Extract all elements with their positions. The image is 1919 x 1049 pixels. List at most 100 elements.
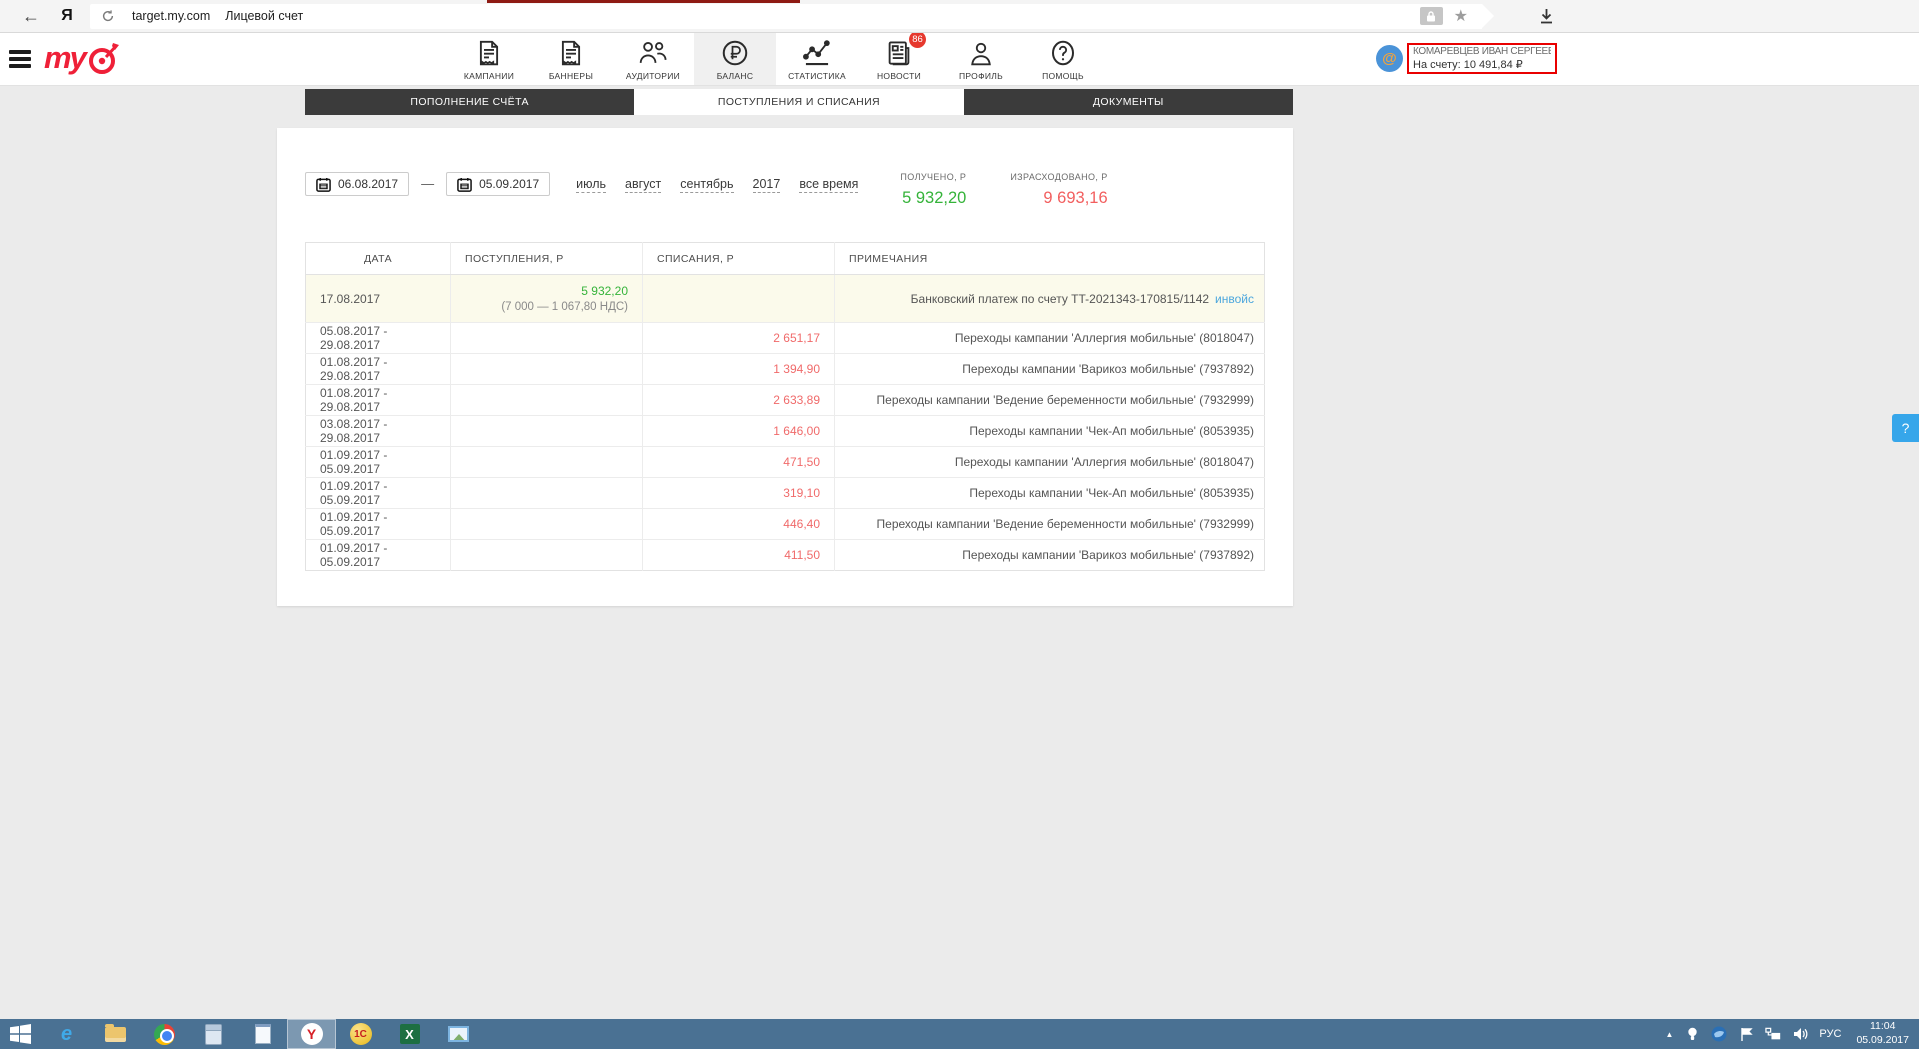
cell-date: 01.09.2017 - 05.09.2017 (305, 446, 451, 478)
cell-expense: 319,10 (642, 477, 835, 509)
photos-icon[interactable] (434, 1019, 483, 1049)
nav-item-label: КАМПАНИИ (463, 70, 515, 81)
quick-range-link[interactable]: июль (576, 177, 607, 193)
quick-range-link[interactable]: сентябрь (680, 177, 734, 193)
nav-item[interactable]: БАННЕРЫ (530, 33, 612, 85)
volume-icon[interactable] (1792, 1027, 1808, 1041)
nav-item[interactable]: 86 НОВОСТИ (858, 30, 940, 85)
thunderbird-icon[interactable] (1711, 1026, 1727, 1042)
bookmark-star-icon[interactable]: ★ (1454, 6, 1468, 26)
system-tray: ▲ РУС 11:04 05.09.2017 (1665, 1019, 1919, 1049)
column-header: СПИСАНИЯ, Р (642, 242, 835, 275)
start-icon[interactable] (0, 1019, 42, 1049)
cell-date: 01.09.2017 - 05.09.2017 (305, 539, 451, 571)
excel-icon[interactable]: X (385, 1019, 434, 1049)
account-balance: На счету: 10 491,84 ₽ (1413, 59, 1523, 71)
nav-item[interactable]: КАМПАНИИ (448, 33, 530, 85)
cell-date: 01.08.2017 - 29.08.2017 (305, 353, 451, 385)
nav-item-label: НОВОСТИ (876, 70, 921, 81)
cell-income: 5 932,20 (7 000 — 1 067,80 НДС) (450, 274, 643, 323)
table-row: 01.09.2017 - 05.09.2017 446,40 Переходы … (305, 508, 1265, 540)
one-c-icon[interactable]: 1С (336, 1019, 385, 1049)
nav-item[interactable]: ПОМОЩЬ (1022, 33, 1104, 85)
cell-income (450, 322, 643, 354)
received-value: 5 932,20 (902, 189, 967, 207)
calculator-icon[interactable] (189, 1019, 238, 1049)
cell-expense: 2 633,89 (642, 384, 835, 416)
invoice-link[interactable]: инвойс (1215, 292, 1254, 306)
cell-expense: 471,50 (642, 446, 835, 478)
banners-doc-icon (555, 38, 587, 68)
back-icon[interactable]: ← (16, 6, 46, 27)
table-row: 05.08.2017 - 29.08.2017 2 651,17 Переход… (305, 322, 1265, 354)
cell-income (450, 353, 643, 385)
taskbar-clock[interactable]: 11:04 05.09.2017 (1852, 1020, 1909, 1047)
nav-item-label: СТАТИСТИКА (788, 70, 846, 81)
lightbulb-icon[interactable] (1684, 1027, 1700, 1042)
balance-tabs: ПОПОЛНЕНИЕ СЧЁТА ПОСТУПЛЕНИЯ И СПИСАНИЯ … (305, 89, 1293, 115)
cell-expense: 446,40 (642, 508, 835, 540)
nav-item[interactable]: ПРОФИЛЬ (940, 33, 1022, 85)
table-row: 01.09.2017 - 05.09.2017 411,50 Переходы … (305, 539, 1265, 571)
date-range-dash: — (421, 176, 435, 191)
spent-value: 9 693,16 (1043, 189, 1108, 207)
cell-date: 01.08.2017 - 29.08.2017 (305, 384, 451, 416)
cell-note: Банковский платеж по счету TT-2021343-17… (834, 274, 1265, 323)
campaigns-doc-icon (473, 38, 505, 68)
language-indicator[interactable]: РУС (1819, 1028, 1841, 1040)
date-to-value: 05.09.2017 (479, 177, 540, 191)
received-label: ПОЛУЧЕНО, Р (900, 172, 967, 182)
network-icon[interactable] (1765, 1027, 1781, 1041)
help-question-icon (1047, 38, 1079, 68)
audiences-people-icon (637, 38, 669, 68)
spent-label: ИЗРАСХОДОВАНО, Р (1010, 172, 1108, 182)
column-header: ДАТА (305, 242, 451, 275)
address-bar[interactable]: target.my.com Лицевой счет ★ (90, 3, 1494, 29)
user-avatar[interactable]: @ (1376, 45, 1403, 72)
quick-range-link[interactable]: август (625, 177, 662, 193)
quick-range-link[interactable]: все время (799, 177, 859, 193)
tray-expand-icon[interactable]: ▲ (1665, 1030, 1673, 1039)
cell-income (450, 539, 643, 571)
notepad-icon[interactable] (238, 1019, 287, 1049)
yandex-browser-icon[interactable]: Y (287, 1019, 336, 1049)
ie-icon[interactable]: e (42, 1019, 91, 1049)
main-navigation: КАМПАНИИ БАННЕРЫ АУДИТОРИИ БАЛАНС СТАТИС… (448, 30, 1104, 85)
cell-income (450, 415, 643, 447)
cell-income (450, 384, 643, 416)
chrome-icon[interactable] (140, 1019, 189, 1049)
cell-expense: 2 651,17 (642, 322, 835, 354)
user-account[interactable]: @ КОМАРЕВЦЕВ ИВАН СЕРГЕЕВИЧ На счету: 10… (1376, 43, 1557, 74)
security-lock-icon[interactable] (1419, 7, 1443, 25)
nav-item[interactable]: СТАТИСТИКА (776, 33, 858, 85)
action-center-flag-icon[interactable] (1738, 1027, 1754, 1042)
date-to-input[interactable]: 05.09.2017 (446, 172, 551, 196)
nav-item-label: БАЛАНС (716, 70, 754, 81)
tab[interactable]: ПОПОЛНЕНИЕ СЧЁТА (305, 89, 635, 115)
spent-summary: ИЗРАСХОДОВАНО, Р 9 693,16 (1010, 172, 1107, 208)
tab[interactable]: ПОСТУПЛЕНИЯ И СПИСАНИЯ (634, 89, 964, 115)
help-widget-button[interactable]: ? (1892, 414, 1919, 442)
nav-item[interactable]: БАЛАНС (694, 33, 776, 85)
mytarget-logo[interactable]: my (44, 40, 121, 78)
yandex-logo[interactable]: Я (52, 7, 82, 25)
table-row: 03.08.2017 - 29.08.2017 1 646,00 Переход… (305, 415, 1265, 447)
target-icon (88, 43, 119, 74)
clock-time: 11:04 (1869, 1020, 1896, 1033)
url-domain: target.my.com (132, 9, 211, 23)
nav-item-label: АУДИТОРИИ (625, 70, 681, 81)
cell-income (450, 446, 643, 478)
date-from-input[interactable]: 06.08.2017 (305, 172, 410, 196)
nav-item[interactable]: АУДИТОРИИ (612, 33, 694, 85)
hamburger-menu-icon[interactable] (9, 50, 31, 71)
annotation-highlight-box: КОМАРЕВЦЕВ ИВАН СЕРГЕЕВИЧ На счету: 10 4… (1407, 43, 1557, 74)
cell-note: Переходы кампании 'Варикоз мобильные' (7… (834, 539, 1265, 571)
quick-range-link[interactable]: 2017 (752, 177, 781, 193)
explorer-icon[interactable] (91, 1019, 140, 1049)
cell-note: Переходы кампании 'Варикоз мобильные' (7… (834, 353, 1265, 385)
cell-note: Переходы кампании 'Чек-Ап мобильные' (80… (834, 477, 1265, 509)
refresh-icon[interactable] (101, 9, 115, 23)
tab[interactable]: ДОКУМЕНТЫ (963, 89, 1293, 115)
downloads-icon[interactable] (1526, 8, 1566, 24)
cell-note: Переходы кампании 'Ведение беременности … (834, 508, 1265, 540)
